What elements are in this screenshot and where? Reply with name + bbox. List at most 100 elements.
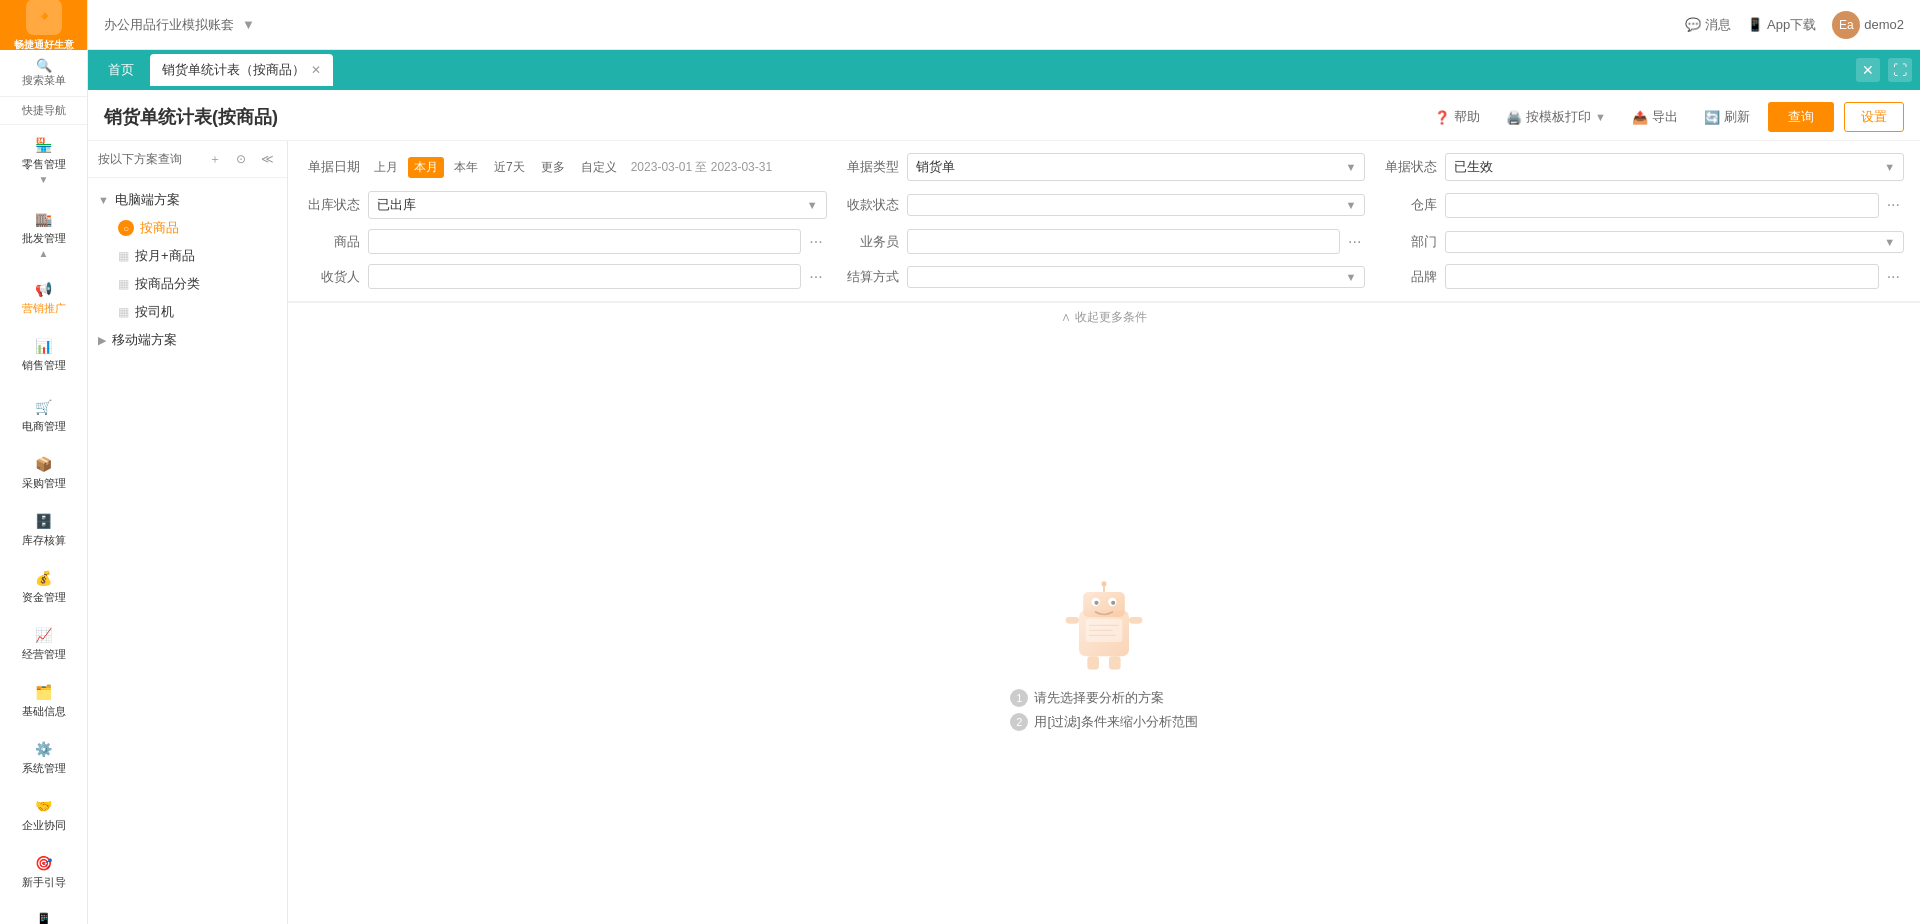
marketing-icon: 📢: [34, 279, 54, 299]
export-icon: 📤: [1632, 110, 1648, 125]
sidebar-item-finance[interactable]: 💰 资金管理: [0, 558, 87, 615]
app-logo: 🔸 畅捷通好生意: [0, 0, 87, 50]
filter-row-3: 商品 ··· 业务员 ···: [304, 229, 1904, 254]
tree-item-pc[interactable]: ▼ 电脑端方案: [88, 186, 287, 214]
out-status-label: 出库状态: [304, 196, 360, 214]
tab-close-btn[interactable]: ✕: [311, 63, 321, 77]
payment-method-arrow: ▼: [1345, 271, 1356, 283]
settings-btn[interactable]: 设置: [1844, 102, 1904, 132]
doc-type-select[interactable]: 销货单 ▼: [907, 153, 1366, 181]
warehouse-input[interactable]: [1445, 193, 1878, 218]
sidebar-item-marketing[interactable]: 📢 营销推广: [0, 269, 87, 326]
sidebar-item-operations[interactable]: 📈 经营管理: [0, 615, 87, 672]
filter-row-2: 出库状态 已出库 ▼ 收款状态: [304, 191, 1904, 219]
quick-nav[interactable]: 快捷导航: [0, 97, 87, 125]
query-btn[interactable]: 查询: [1768, 102, 1834, 132]
refresh-btn[interactable]: 🔄 刷新: [1696, 104, 1758, 130]
tree-item-by-category[interactable]: ▦ 按商品分类: [108, 270, 287, 298]
filter-out-status: 出库状态 已出库 ▼: [304, 191, 827, 219]
workspace-dropdown-icon[interactable]: ▼: [242, 17, 255, 32]
page-header: 销货单统计表(按商品) ❓ 帮助 🖨️ 按模板打印 ▼ 📤 导出: [88, 90, 1920, 141]
date-tab-7days[interactable]: 近7天: [488, 157, 531, 178]
sidebar-item-beginner[interactable]: 🎯 新手引导: [0, 843, 87, 900]
help-icon: ❓: [1434, 110, 1450, 125]
content-inner: 销货单统计表(按商品) ❓ 帮助 🖨️ 按模板打印 ▼ 📤 导出: [88, 90, 1920, 924]
collapse-panel-btn[interactable]: ≪: [257, 149, 277, 169]
filter-salesperson: 业务员 ···: [843, 229, 1366, 254]
receiver-dots-btn[interactable]: ···: [805, 268, 826, 286]
payment-method-select[interactable]: ▼: [907, 266, 1366, 288]
date-tab-this-month[interactable]: 本月: [408, 157, 444, 178]
edit-scheme-btn[interactable]: ⊙: [231, 149, 251, 169]
sidebar-item-purchase[interactable]: 📦 采购管理: [0, 444, 87, 501]
date-tab-more[interactable]: 更多: [535, 157, 571, 178]
tab-sales-stat[interactable]: 销货单统计表（按商品） ✕: [150, 54, 333, 86]
brand-input[interactable]: [1445, 264, 1878, 289]
goods-label: 商品: [304, 233, 360, 251]
sidebar-item-sales[interactable]: 📊 销售管理: [0, 326, 87, 383]
tree-item-by-driver[interactable]: ▦ 按司机: [108, 298, 287, 326]
topbar-right: 💬 消息 📱 App下载 Ea demo2: [1685, 11, 1904, 39]
download-icon: 📱: [1747, 17, 1763, 32]
filter-area: 单据日期 上月 本月 本年 近7天 更多 自定义: [288, 141, 1920, 302]
collapse-bar[interactable]: ∧ 收起更多条件: [288, 302, 1920, 332]
message-btn[interactable]: 💬 消息: [1685, 16, 1731, 34]
tab-home[interactable]: 首页: [96, 54, 146, 86]
out-status-control: 已出库 ▼: [368, 191, 827, 219]
filter-payment-method: 结算方式 ▼: [843, 266, 1366, 288]
goods-input[interactable]: [368, 229, 801, 254]
date-label: 单据日期: [304, 158, 360, 176]
sidebar-item-apps[interactable]: 📱 应用中心: [0, 900, 87, 924]
sidebar-item-wholesale[interactable]: 🏬 批发管理 ▲: [0, 199, 87, 269]
page-actions: ❓ 帮助 🖨️ 按模板打印 ▼ 📤 导出 🔄 刷新: [1426, 102, 1904, 132]
user-menu[interactable]: Ea demo2: [1832, 11, 1904, 39]
tree-item-by-month-goods[interactable]: ▦ 按月+商品: [108, 242, 287, 270]
goods-dots-btn[interactable]: ···: [805, 233, 826, 251]
sidebar-item-system[interactable]: ⚙️ 系统管理: [0, 729, 87, 786]
add-scheme-btn[interactable]: ＋: [205, 149, 225, 169]
date-tab-last-month[interactable]: 上月: [368, 157, 404, 178]
template-print-btn[interactable]: 🖨️ 按模板打印 ▼: [1498, 104, 1614, 130]
ecommerce-icon: 🛒: [34, 397, 54, 417]
doc-status-label: 单据状态: [1381, 158, 1437, 176]
warehouse-dots-btn[interactable]: ···: [1883, 196, 1904, 214]
date-tab-custom[interactable]: 自定义: [575, 157, 623, 178]
sidebar-item-ecommerce[interactable]: 🛒 电商管理: [0, 387, 87, 444]
sidebar-item-inventory[interactable]: 🗄️ 库存核算: [0, 501, 87, 558]
salesperson-dots-btn[interactable]: ···: [1344, 233, 1365, 251]
app-download-btn[interactable]: 📱 App下载: [1747, 16, 1816, 34]
brand-dots-btn[interactable]: ···: [1883, 268, 1904, 286]
brand-label: 品牌: [1381, 268, 1437, 286]
close-tab-btn[interactable]: ✕: [1856, 58, 1880, 82]
receiver-input[interactable]: [368, 264, 801, 289]
date-range-display: 2023-03-01 至 2023-03-31: [631, 159, 772, 176]
search-menu[interactable]: 🔍 搜索菜单: [0, 50, 87, 97]
tree-item-mobile[interactable]: ▶ 移动端方案: [88, 326, 287, 354]
sidebar-item-basic[interactable]: 🗂️ 基础信息: [0, 672, 87, 729]
sales-icon: 📊: [34, 336, 54, 356]
topbar: 办公用品行业模拟账套 ▼ 💬 消息 📱 App下载 Ea demo2: [88, 0, 1920, 50]
beginner-icon: 🎯: [34, 853, 54, 873]
app-sidebar: 🔸 畅捷通好生意 🔍 搜索菜单 快捷导航 🏪 零售管理 ▼ 🏬 批发管理 ▲ 📢…: [0, 0, 88, 924]
maximize-btn[interactable]: ⛶: [1888, 58, 1912, 82]
sidebar-item-enterprise[interactable]: 🤝 企业协同: [0, 786, 87, 843]
tabbar-actions: ✕ ⛶: [1856, 58, 1912, 82]
date-tab-this-year[interactable]: 本年: [448, 157, 484, 178]
dept-select[interactable]: ▼: [1445, 231, 1904, 253]
grid-icon-3: ▦: [118, 305, 129, 319]
empty-tip-1: 1 请先选择要分析的方案: [1010, 689, 1197, 707]
salesperson-input[interactable]: [907, 229, 1340, 254]
retail-icon: 🏪: [34, 135, 54, 155]
print-dropdown-icon: ▼: [1595, 111, 1606, 123]
dept-control: ▼: [1445, 231, 1904, 253]
sidebar-item-retail[interactable]: 🏪 零售管理 ▼: [0, 125, 87, 195]
svg-point-6: [1094, 600, 1098, 604]
payment-status-select[interactable]: ▼: [907, 194, 1366, 216]
print-icon: 🖨️: [1506, 110, 1522, 125]
enterprise-icon: 🤝: [34, 796, 54, 816]
help-btn[interactable]: ❓ 帮助: [1426, 104, 1488, 130]
doc-status-select[interactable]: 已生效 ▼: [1445, 153, 1904, 181]
tree-item-by-goods[interactable]: ○ 按商品: [108, 214, 287, 242]
export-btn[interactable]: 📤 导出: [1624, 104, 1686, 130]
out-status-select[interactable]: 已出库 ▼: [368, 191, 827, 219]
